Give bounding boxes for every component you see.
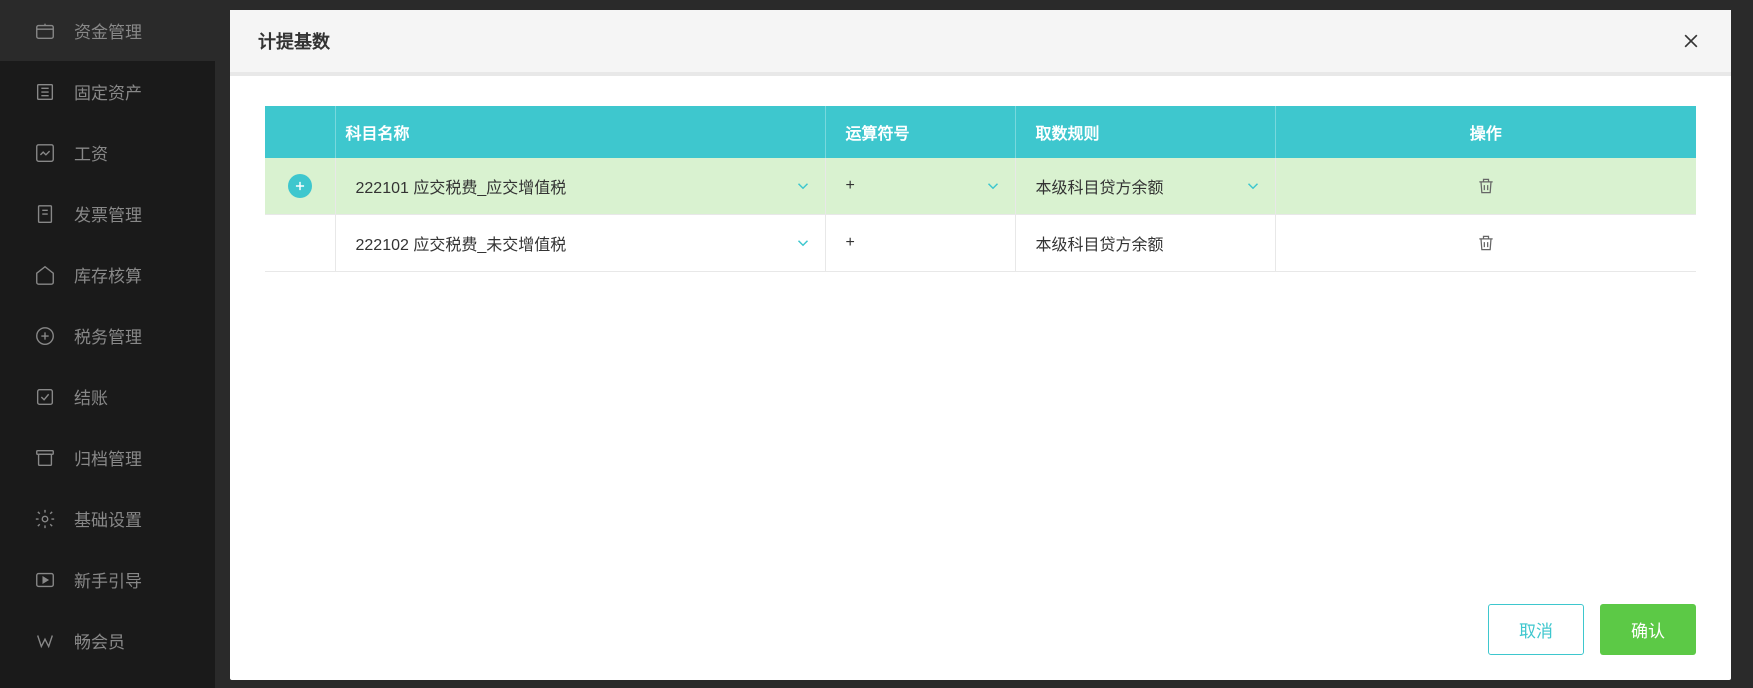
cancel-button[interactable]: 取消 [1488,604,1584,655]
modal-dialog: 计提基数 科目名称 运算符号 取数规则 操作 222101 应交税费_应交增值税… [230,10,1731,680]
sidebar-item-tax[interactable]: 税务管理 [0,305,215,366]
closing-icon [34,386,56,408]
sidebar-item-salary[interactable]: 工资 [0,122,215,183]
chevron-down-icon[interactable] [791,174,815,198]
chart-icon [34,142,56,164]
operator-text: + [846,177,855,195]
confirm-button[interactable]: 确认 [1600,604,1696,655]
subject-text: 222102 应交税费_未交增值税 [346,231,567,255]
rule-cell[interactable]: 本级科目贷方余额 [1015,215,1275,272]
operator-cell[interactable]: + [825,215,1015,272]
col-header-subject: 科目名称 [335,106,825,158]
col-header-action: 操作 [1275,106,1696,158]
sidebar-item-label: 新手引导 [74,567,142,592]
sidebar-item-invoice[interactable]: 发票管理 [0,183,215,244]
sidebar-item-settings[interactable]: 基础设置 [0,488,215,549]
sidebar-item-label: 结账 [74,384,108,409]
modal-title: 计提基数 [258,28,330,54]
action-cell [1275,158,1696,215]
operator-cell[interactable]: + [825,158,1015,215]
basis-table: 科目名称 运算符号 取数规则 操作 222101 应交税费_应交增值税 + 本级科目… [265,106,1696,272]
sidebar-item-inventory[interactable]: 库存核算 [0,244,215,305]
sidebar-item-label: 工资 [74,140,108,165]
sidebar-item-label: 归档管理 [74,445,142,470]
sidebar-item-label: 资金管理 [74,18,142,43]
sidebar-item-fixed-assets[interactable]: 固定资产 [0,61,215,122]
subject-cell[interactable]: 222102 应交税费_未交增值税 [335,215,825,272]
house-icon [34,264,56,286]
table-row: 222102 应交税费_未交增值税 + 本级科目贷方余额 [265,215,1696,272]
sidebar-item-label: 基础设置 [74,506,142,531]
col-header-add [265,106,335,158]
rule-text: 本级科目贷方余额 [1036,231,1164,255]
subject-cell[interactable]: 222101 应交税费_应交增值税 [335,158,825,215]
sidebar: 资金管理 固定资产 工资 发票管理 库存核算 税务管理 结账 [0,0,215,688]
rule-text: 本级科目贷方余额 [1036,174,1164,198]
delete-button[interactable] [1286,176,1687,196]
sidebar-item-label: 畅会员 [74,628,125,653]
tax-icon [34,325,56,347]
vip-icon [34,630,56,652]
chevron-down-icon[interactable] [1241,174,1265,198]
modal-header: 计提基数 [230,10,1731,76]
table-row: 222101 应交税费_应交增值税 + 本级科目贷方余额 [265,158,1696,215]
sidebar-item-label: 税务管理 [74,323,142,348]
sidebar-item-funds[interactable]: 资金管理 [0,0,215,61]
building-icon [34,81,56,103]
close-button[interactable] [1679,29,1703,53]
action-cell [1275,215,1696,272]
add-cell [265,215,335,272]
sidebar-item-vip[interactable]: 畅会员 [0,610,215,671]
sidebar-item-archive[interactable]: 归档管理 [0,427,215,488]
add-row-button[interactable] [288,174,312,198]
modal-footer: 取消 确认 [230,584,1731,680]
wallet-icon [34,20,56,42]
play-icon [34,569,56,591]
operator-text: + [846,234,855,252]
sidebar-item-label: 固定资产 [74,79,142,104]
sidebar-item-label: 发票管理 [74,201,142,226]
add-cell [265,158,335,215]
subject-text: 222101 应交税费_应交增值税 [346,174,567,198]
col-header-operator: 运算符号 [825,106,1015,158]
modal-body: 科目名称 运算符号 取数规则 操作 222101 应交税费_应交增值税 + 本级科目… [230,76,1731,584]
sidebar-item-closing[interactable]: 结账 [0,366,215,427]
delete-button[interactable] [1286,233,1687,253]
chevron-down-icon[interactable] [981,174,1005,198]
chevron-down-icon[interactable] [791,231,815,255]
invoice-icon [34,203,56,225]
rule-cell[interactable]: 本级科目贷方余额 [1015,158,1275,215]
col-header-rule: 取数规则 [1015,106,1275,158]
sidebar-item-guide[interactable]: 新手引导 [0,549,215,610]
archive-icon [34,447,56,469]
gear-icon [34,508,56,530]
sidebar-item-label: 库存核算 [74,262,142,287]
